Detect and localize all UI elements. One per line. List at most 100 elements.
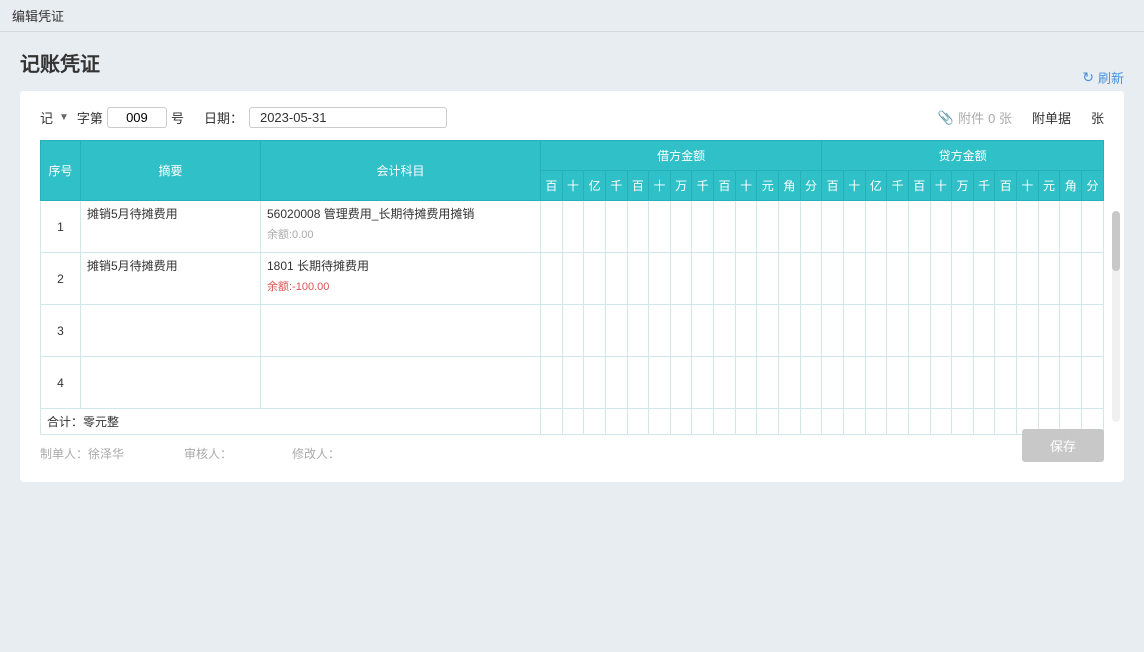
table-row[interactable]: 3 [41,305,1104,357]
row-debit-1-0[interactable] [541,253,563,305]
voucher-number-input[interactable] [107,107,167,128]
row-credit-0-0[interactable] [822,201,844,253]
row-credit-0-3[interactable] [887,201,909,253]
row-debit-3-11[interactable] [779,357,801,409]
row-debit-1-8[interactable] [714,253,736,305]
row-credit-0-12[interactable] [1082,201,1104,253]
row-debit-0-4[interactable] [627,201,649,253]
row-debit-3-0[interactable] [541,357,563,409]
row-credit-0-8[interactable] [995,201,1017,253]
row-credit-1-5[interactable] [930,253,952,305]
row-credit-0-11[interactable] [1060,201,1082,253]
row-debit-3-4[interactable] [627,357,649,409]
row-summary-2[interactable] [81,305,261,357]
row-credit-1-3[interactable] [887,253,909,305]
row-debit-0-6[interactable] [670,201,692,253]
row-credit-1-6[interactable] [952,253,974,305]
row-debit-3-7[interactable] [692,357,714,409]
row-debit-1-10[interactable] [757,253,779,305]
row-account-2[interactable] [261,305,541,357]
row-credit-3-1[interactable] [843,357,865,409]
row-debit-2-11[interactable] [779,305,801,357]
ji-select[interactable]: 记 ▼ [40,108,69,127]
row-debit-2-5[interactable] [649,305,671,357]
row-credit-1-12[interactable] [1082,253,1104,305]
row-credit-0-10[interactable] [1038,201,1060,253]
row-debit-2-8[interactable] [714,305,736,357]
row-credit-2-7[interactable] [973,305,995,357]
row-debit-1-1[interactable] [562,253,584,305]
row-credit-3-9[interactable] [1017,357,1039,409]
row-debit-3-3[interactable] [605,357,627,409]
row-credit-0-4[interactable] [908,201,930,253]
row-debit-2-12[interactable] [800,305,822,357]
row-debit-0-5[interactable] [649,201,671,253]
row-debit-3-12[interactable] [800,357,822,409]
row-credit-2-9[interactable] [1017,305,1039,357]
row-debit-1-3[interactable] [605,253,627,305]
row-credit-0-2[interactable] [865,201,887,253]
row-credit-2-0[interactable] [822,305,844,357]
save-button[interactable]: 保存 [1022,429,1104,462]
row-summary-1[interactable]: 摊销5月待摊费用 [81,253,261,305]
row-debit-0-1[interactable] [562,201,584,253]
row-credit-3-2[interactable] [865,357,887,409]
row-credit-2-5[interactable] [930,305,952,357]
row-credit-1-0[interactable] [822,253,844,305]
table-row[interactable]: 2摊销5月待摊费用1801 长期待摊费用余额:-100.00 [41,253,1104,305]
row-credit-0-7[interactable] [973,201,995,253]
row-credit-3-7[interactable] [973,357,995,409]
row-account-3[interactable] [261,357,541,409]
row-debit-3-2[interactable] [584,357,606,409]
row-debit-3-9[interactable] [735,357,757,409]
date-input[interactable] [249,107,447,128]
row-account-1[interactable]: 1801 长期待摊费用余额:-100.00 [261,253,541,305]
row-credit-3-4[interactable] [908,357,930,409]
row-credit-1-1[interactable] [843,253,865,305]
row-debit-2-9[interactable] [735,305,757,357]
row-debit-2-1[interactable] [562,305,584,357]
row-debit-1-9[interactable] [735,253,757,305]
row-summary-0[interactable]: 摊销5月待摊费用 [81,201,261,253]
refresh-button[interactable]: ↻ 刷新 [1082,68,1124,87]
row-credit-3-8[interactable] [995,357,1017,409]
row-debit-0-10[interactable] [757,201,779,253]
row-debit-0-11[interactable] [779,201,801,253]
row-credit-2-3[interactable] [887,305,909,357]
row-credit-3-3[interactable] [887,357,909,409]
row-credit-2-12[interactable] [1082,305,1104,357]
table-row[interactable]: 4 [41,357,1104,409]
row-debit-1-11[interactable] [779,253,801,305]
row-debit-0-8[interactable] [714,201,736,253]
row-credit-3-10[interactable] [1038,357,1060,409]
row-credit-2-8[interactable] [995,305,1017,357]
row-debit-2-7[interactable] [692,305,714,357]
row-debit-1-4[interactable] [627,253,649,305]
row-debit-1-6[interactable] [670,253,692,305]
row-credit-2-6[interactable] [952,305,974,357]
row-credit-0-9[interactable] [1017,201,1039,253]
row-debit-3-1[interactable] [562,357,584,409]
row-debit-0-0[interactable] [541,201,563,253]
row-debit-3-8[interactable] [714,357,736,409]
row-summary-3[interactable] [81,357,261,409]
table-row[interactable]: 1摊销5月待摊费用56020008 管理费用_长期待摊费用摊销余额:0.00 [41,201,1104,253]
row-debit-3-10[interactable] [757,357,779,409]
row-debit-3-6[interactable] [670,357,692,409]
row-debit-0-12[interactable] [800,201,822,253]
row-credit-2-11[interactable] [1060,305,1082,357]
row-credit-2-4[interactable] [908,305,930,357]
row-debit-1-5[interactable] [649,253,671,305]
row-credit-2-10[interactable] [1038,305,1060,357]
row-credit-0-1[interactable] [843,201,865,253]
row-debit-0-7[interactable] [692,201,714,253]
row-credit-1-7[interactable] [973,253,995,305]
row-debit-2-6[interactable] [670,305,692,357]
row-credit-1-11[interactable] [1060,253,1082,305]
row-debit-2-10[interactable] [757,305,779,357]
row-debit-2-0[interactable] [541,305,563,357]
row-credit-1-9[interactable] [1017,253,1039,305]
row-credit-3-0[interactable] [822,357,844,409]
row-credit-0-5[interactable] [930,201,952,253]
row-debit-2-2[interactable] [584,305,606,357]
